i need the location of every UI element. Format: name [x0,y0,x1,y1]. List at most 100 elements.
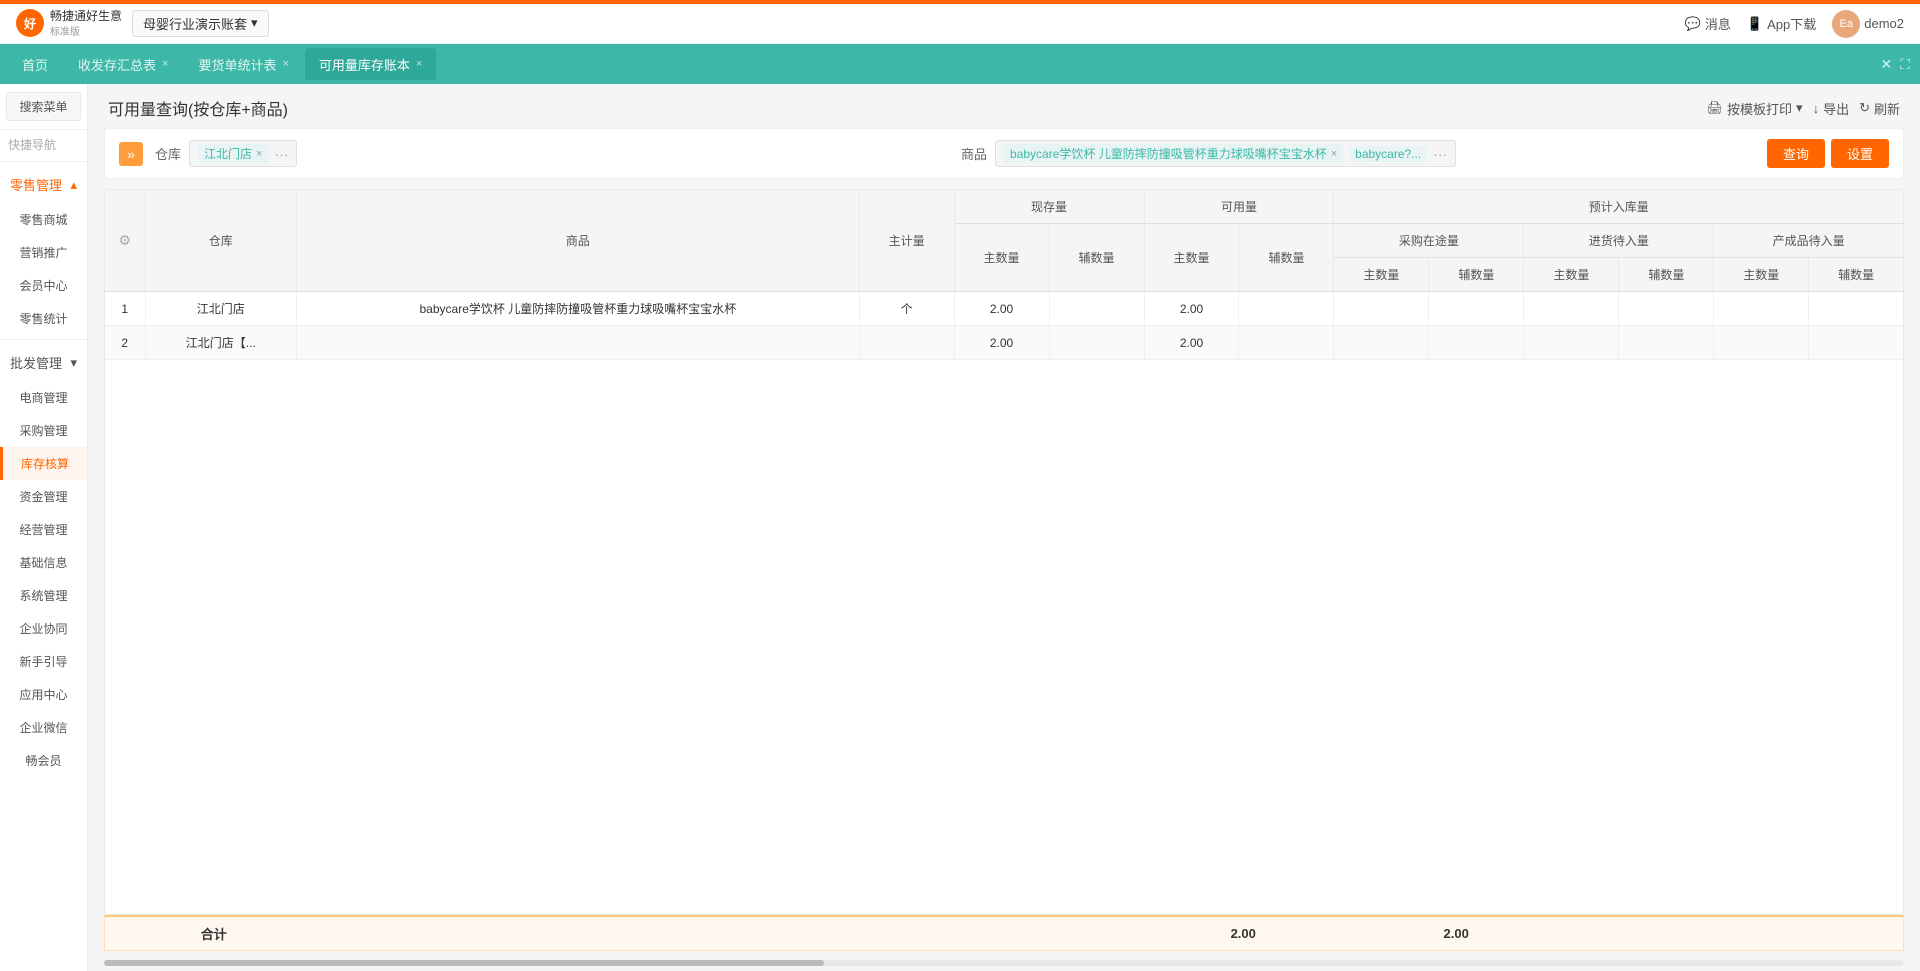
sidebar-label-new-guide: 新手引导 [19,653,67,670]
product-filter-value[interactable]: babycare学饮杯 儿童防摔防撞吸管杯重力球吸嘴杯宝宝水杯 × babyca… [995,140,1456,167]
td-finished-aux-2 [1809,326,1903,360]
tab-inventory[interactable]: 可用量库存账本 × [305,48,436,80]
scroll-track[interactable] [104,960,1904,966]
export-label: 导出 [1823,99,1849,118]
th-inbound-aux: 辅数量 [1619,258,1714,292]
tab-orders-label: 要货单统计表 [198,55,276,74]
filter-group-warehouse: 仓库 江北门店 × ··· [155,140,949,167]
tab-orders-close[interactable]: × [282,58,288,70]
sidebar-item-vip[interactable]: 畅会员 [0,744,87,777]
td-stock-aux-1 [1049,292,1144,326]
tab-receipts[interactable]: 收发存汇总表 × [64,48,182,80]
warehouse-filter-value[interactable]: 江北门店 × ··· [189,140,297,167]
td-finished-main-2 [1714,326,1809,360]
setting-btn[interactable]: 设置 [1831,139,1889,168]
logo-text-area: 畅捷通好生意 标准版 [50,9,122,38]
sidebar-search-btn[interactable]: 搜索菜单 [6,92,81,121]
td-purchase-main-2 [1334,326,1429,360]
query-btn[interactable]: 查询 [1767,139,1825,168]
message-label: 消息 [1705,14,1731,33]
close-all-icon[interactable]: ✕ [1880,56,1892,73]
th-finished-main: 主数量 [1714,258,1809,292]
logo-sub: 标准版 [50,23,122,38]
sidebar-divider-2 [0,339,87,340]
sidebar-item-sys-mgr[interactable]: 系统管理 [0,579,87,612]
scroll-thumb[interactable] [104,960,824,966]
warehouse-tag-remove[interactable]: × [256,148,262,160]
sidebar-item-inventory[interactable]: 库存核算 [0,447,87,480]
sidebar-item-retail-stat[interactable]: 零售统计 [0,302,87,335]
logo-icon: 好 [16,9,44,37]
tab-receipts-close[interactable]: × [162,58,168,70]
td-stock-main-1: 2.00 [954,292,1049,326]
sidebar: 搜索菜单 快捷导航 零售管理 ▴ 零售商城 营销推广 会员中心 零售统计 批发管… [0,84,88,971]
refresh-btn[interactable]: ↻ 刷新 [1859,99,1900,118]
sidebar-item-enterprise[interactable]: 企业协同 [0,612,87,645]
th-settings[interactable]: ⚙ [105,190,145,292]
filter-expand-btn[interactable]: » [119,142,143,166]
export-btn[interactable]: ↓ 导出 [1813,99,1850,118]
app-download-label: App下载 [1767,14,1816,33]
app-download-btn[interactable]: 📱 App下载 [1747,14,1816,33]
sidebar-item-enterprise-wechat[interactable]: 企业微信 [0,711,87,744]
filter-actions: 查询 设置 [1767,139,1889,168]
sidebar-item-wholesale[interactable]: 批发管理 ▾ [0,344,87,381]
settings-icon[interactable]: ⚙ [118,232,131,248]
th-purchase-transit-group: 采购在途量 [1334,224,1524,258]
td-total-empty-1 [105,917,145,950]
sidebar-item-finance[interactable]: 资金管理 [0,480,87,513]
sidebar-item-ecommerce[interactable]: 电商管理 [0,381,87,414]
td-total-p2 [1604,917,1664,950]
sidebar-label-inventory: 库存核算 [21,455,69,472]
table-container: ⚙ 仓库 商品 主计量 现存量 可用量 预计入库量 主数量 辅数量 主数量 辅数… [104,189,1904,915]
th-inbound-main: 主数量 [1524,258,1619,292]
sidebar-item-marketing[interactable]: 营销推广 [0,236,87,269]
td-unit-2 [859,326,954,360]
sidebar-label-sys-mgr: 系统管理 [19,587,67,604]
sidebar-search-area: 搜索菜单 [0,84,87,130]
nav-tabs-right: ✕ ⛶ [1880,56,1920,73]
dropdown-icon: ▾ [251,15,258,31]
th-finished-group: 产成品待入量 [1714,224,1903,258]
tab-orders[interactable]: 要货单统计表 × [184,48,302,80]
print-btn[interactable]: 🖨 按模板打印 ▾ [1707,99,1803,118]
sidebar-label-retail-stat: 零售统计 [19,310,67,327]
td-inbound-aux-2 [1619,326,1714,360]
user-area[interactable]: Ea demo2 [1832,10,1904,38]
table-row: 1 江北门店 babycare学饮杯 儿童防摔防撞吸管杯重力球吸嘴杯宝宝水杯 个… [105,292,1903,326]
td-total-empty-2 [282,917,1059,950]
tab-home[interactable]: 首页 [8,48,62,80]
sidebar-item-member[interactable]: 会员中心 [0,269,87,302]
top-bar: 好 畅捷通好生意 标准版 母婴行业演示账套 ▾ 💬 消息 📱 App下载 Ea … [0,4,1920,44]
sidebar-item-basic-info[interactable]: 基础信息 [0,546,87,579]
td-total-stock-aux [1272,917,1332,950]
warehouse-ellipsis[interactable]: ··· [274,146,288,162]
sidebar-item-app-center[interactable]: 应用中心 [0,678,87,711]
sidebar-item-retail-mall[interactable]: 零售商城 [0,203,87,236]
logo-text: 畅捷通好生意 [50,9,122,23]
td-finished-aux-1 [1809,292,1903,326]
sidebar-item-purchase[interactable]: 采购管理 [0,414,87,447]
content-area: 可用量查询(按仓库+商品) 🖨 按模板打印 ▾ ↓ 导出 ↻ 刷新 [88,84,1920,971]
message-icon: 💬 [1685,16,1701,32]
th-stock-aux: 辅数量 [1049,224,1144,292]
message-btn[interactable]: 💬 消息 [1685,14,1731,33]
product-ellipsis[interactable]: ··· [1433,146,1447,162]
sidebar-nav-label: 快捷导航 [0,130,87,157]
product-tag-1-remove[interactable]: × [1331,148,1337,160]
td-warehouse-2: 江北门店【... [145,326,297,360]
warehouse-label: 仓库 [155,144,181,163]
sidebar-item-zero-retail[interactable]: 零售管理 ▴ [0,166,87,203]
product-tag-2: babycare?... [1349,146,1427,162]
td-purchase-main-1 [1334,292,1429,326]
sidebar-item-new-guide[interactable]: 新手引导 [0,645,87,678]
sidebar-item-operations[interactable]: 经营管理 [0,513,87,546]
td-purchase-aux-2 [1429,326,1524,360]
maximize-icon[interactable]: ⛶ [1900,56,1910,73]
td-product-1: babycare学饮杯 儿童防摔防撞吸管杯重力球吸嘴杯宝宝水杯 [297,292,860,326]
th-available-group: 可用量 [1144,190,1334,224]
org-selector[interactable]: 母婴行业演示账套 ▾ [132,10,269,37]
th-warehouse: 仓库 [145,190,297,292]
warehouse-tag: 江北门店 × [198,144,268,163]
tab-inventory-close[interactable]: × [416,58,422,70]
